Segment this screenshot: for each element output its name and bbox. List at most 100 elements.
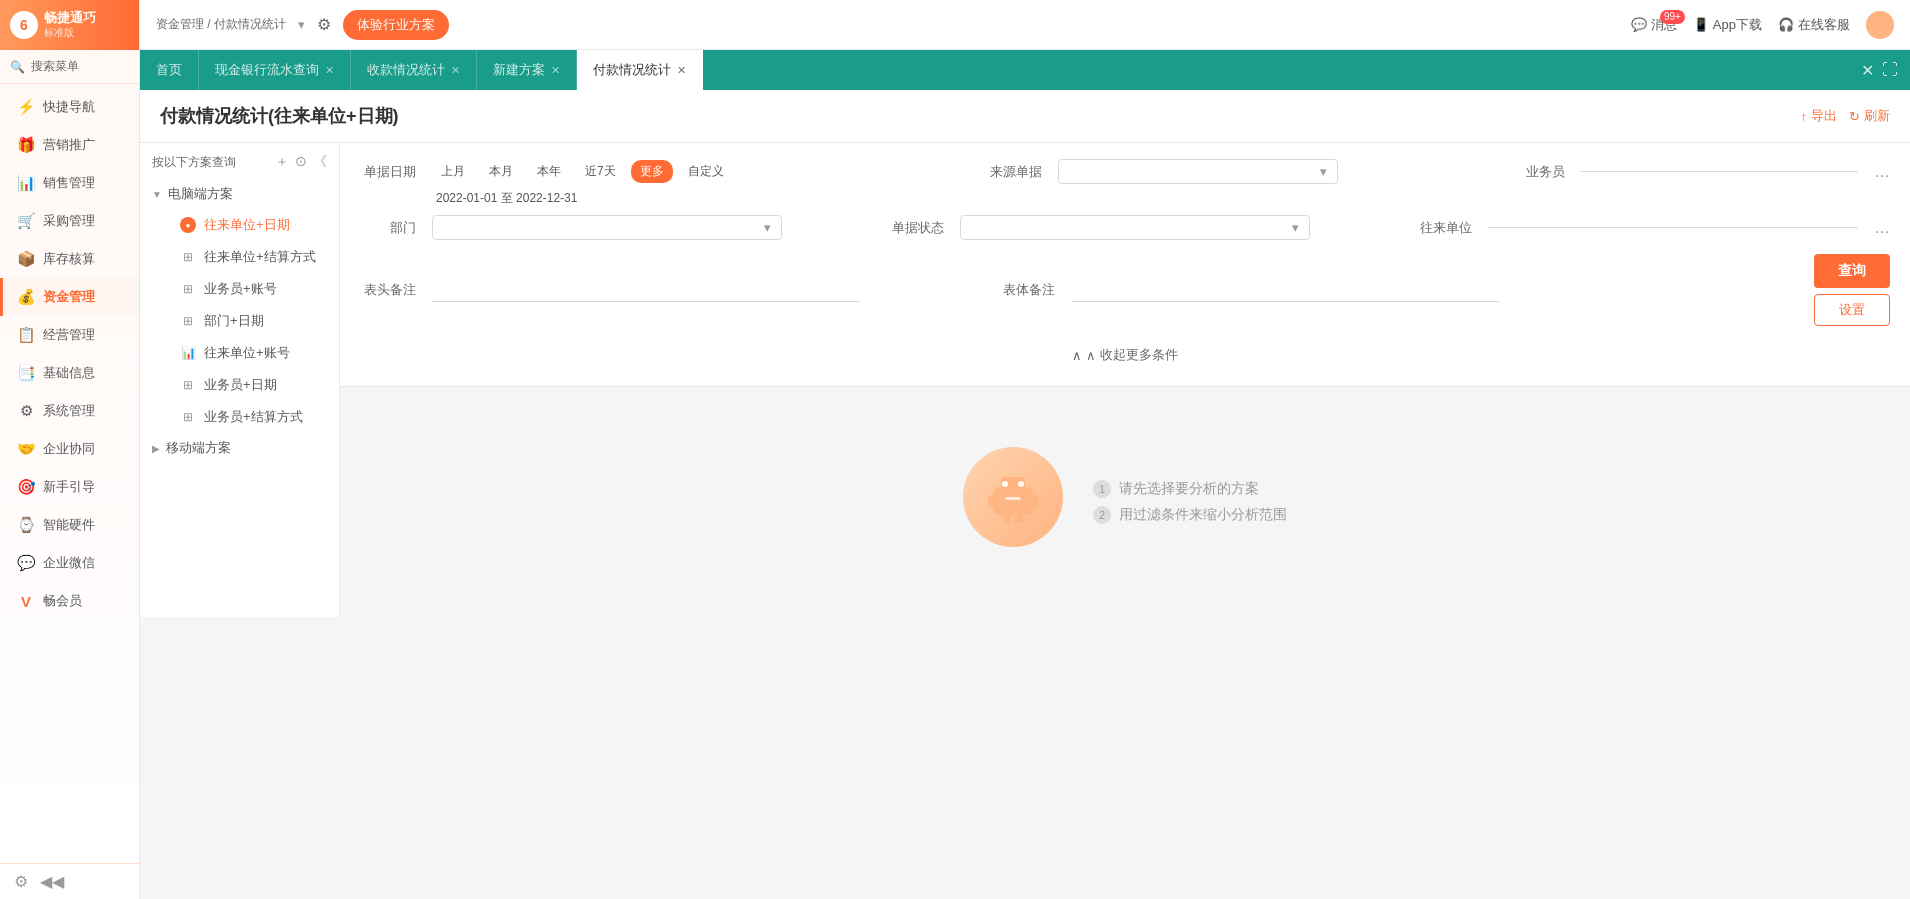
desktop-schemes: ● 往来单位+日期 ⊞ 往来单位+结算方式 ⊞ 业务员+账号 ⊞ 部门+日期: [140, 209, 339, 433]
sidebar-item-label: 系统管理: [43, 402, 95, 420]
sidebar-item-wechat[interactable]: 💬 企业微信: [0, 544, 139, 582]
sidebar-item-marketing[interactable]: 🎁 营销推广: [0, 126, 139, 164]
trial-btn[interactable]: 体验行业方案: [343, 10, 449, 40]
svg-rect-6: [1032, 495, 1038, 507]
date-btn-last-month[interactable]: 上月: [432, 159, 474, 184]
scheme-item-unit-account[interactable]: 📊 往来单位+账号: [152, 337, 339, 369]
footer-settings-icon[interactable]: ⚙: [14, 872, 28, 891]
table-body-note-input[interactable]: [1071, 278, 1499, 302]
tab-expand-icon[interactable]: ⛶: [1882, 61, 1898, 79]
scheme-settings-icon[interactable]: ⊙: [295, 153, 307, 171]
footer-collapse-icon[interactable]: ◀◀: [40, 872, 64, 891]
refresh-btn[interactable]: ↻ 刷新: [1849, 107, 1890, 125]
scheme-item-staff-settle[interactable]: ⊞ 业务员+结算方式: [152, 401, 339, 433]
scheme-item-label: 往来单位+账号: [204, 344, 290, 362]
sidebar-item-guide[interactable]: 🎯 新手引导: [0, 468, 139, 506]
page-title: 付款情况统计(往来单位+日期): [160, 104, 399, 128]
sidebar-item-hardware[interactable]: ⌚ 智能硬件: [0, 506, 139, 544]
sidebar-footer: ⚙ ◀◀: [0, 863, 139, 899]
svg-rect-8: [1015, 515, 1023, 523]
topbar: 资金管理 / 付款情况统计 ▾ ⚙ 体验行业方案 💬 消息 99+ 📱 App下…: [140, 0, 1910, 50]
sidebar-item-sales[interactable]: 📊 销售管理: [0, 164, 139, 202]
breadcrumb-chevron[interactable]: ▾: [298, 17, 305, 32]
date-btn-last-7days[interactable]: 近7天: [576, 159, 625, 184]
tab-payment-stat[interactable]: 付款情况统计 ✕: [577, 50, 703, 90]
sidebar-item-inventory[interactable]: 📦 库存核算: [0, 240, 139, 278]
sidebar-item-corp[interactable]: 🤝 企业协同: [0, 430, 139, 468]
topbar-gear-icon[interactable]: ⚙: [317, 15, 331, 34]
sidebar-item-member[interactable]: V 畅会员: [0, 582, 139, 620]
app-download-label: App下载: [1713, 16, 1762, 34]
sidebar-item-operations[interactable]: 📋 经营管理: [0, 316, 139, 354]
scheme-item-label: 业务员+账号: [204, 280, 277, 298]
tab-new-scheme-label: 新建方案: [493, 61, 545, 79]
tab-receivable[interactable]: 收款情况统计 ✕: [351, 50, 477, 90]
dept-select[interactable]: ▾: [432, 215, 782, 240]
tip-num-1: 1: [1093, 480, 1111, 498]
tab-home[interactable]: 首页: [140, 50, 199, 90]
date-btn-custom[interactable]: 自定义: [679, 159, 733, 184]
export-btn[interactable]: ↑ 导出: [1801, 107, 1838, 125]
partner-label: 往来单位: [1416, 219, 1472, 237]
online-service-btn[interactable]: 🎧 在线客服: [1778, 16, 1850, 34]
sidebar-item-quick-nav[interactable]: ⚡ 快捷导航: [0, 88, 139, 126]
tab-new-scheme-close[interactable]: ✕: [551, 64, 560, 77]
dept-label: 部门: [360, 219, 416, 237]
partner-dots[interactable]: …: [1874, 219, 1890, 237]
svg-rect-5: [988, 495, 994, 507]
scheme-staff-account-icon: ⊞: [180, 281, 196, 297]
scheme-panel-header-left: 按以下方案查询: [152, 154, 236, 171]
tab-new-scheme[interactable]: 新建方案 ✕: [477, 50, 577, 90]
scheme-collapse-icon[interactable]: 《: [313, 153, 327, 171]
tab-cash-flow-close[interactable]: ✕: [325, 64, 334, 77]
tab-receivable-close[interactable]: ✕: [451, 64, 460, 77]
scheme-category-mobile[interactable]: ▶ 移动端方案: [140, 433, 339, 463]
filter-row-1: 单据日期 上月 本月 本年 近7天 更多 自定义 来源单据: [360, 159, 1890, 184]
source-doc-chevron: ▾: [1320, 164, 1327, 179]
sidebar-item-label: 库存核算: [43, 250, 95, 268]
content: 付款情况统计(往来单位+日期) ↑ 导出 ↻ 刷新 按以下方案查询: [140, 90, 1910, 899]
sidebar-item-purchase[interactable]: 🛒 采购管理: [0, 202, 139, 240]
export-icon: ↑: [1801, 109, 1808, 124]
sidebar-item-basic-info[interactable]: 📑 基础信息: [0, 354, 139, 392]
sidebar-search[interactable]: 🔍 搜索菜单: [0, 50, 139, 84]
sidebar-item-label: 企业协同: [43, 440, 95, 458]
scheme-unit-account-icon: 📊: [180, 345, 196, 361]
table-header-note-input[interactable]: [432, 278, 860, 302]
scheme-item-unit-settle[interactable]: ⊞ 往来单位+结算方式: [152, 241, 339, 273]
scheme-item-staff-account[interactable]: ⊞ 业务员+账号: [152, 273, 339, 305]
scheme-category-desktop[interactable]: ▼ 电脑端方案: [140, 179, 339, 209]
operations-icon: 📋: [17, 326, 35, 344]
doc-status-select[interactable]: ▾: [960, 215, 1310, 240]
scheme-item-unit-date[interactable]: ● 往来单位+日期: [152, 209, 339, 241]
date-btn-more[interactable]: 更多: [631, 160, 673, 183]
refresh-icon: ↻: [1849, 109, 1860, 124]
scheme-add-icon[interactable]: ＋: [275, 153, 289, 171]
user-avatar[interactable]: [1866, 11, 1894, 39]
scheme-item-staff-date[interactable]: ⊞ 业务员+日期: [152, 369, 339, 401]
message-btn[interactable]: 💬 消息 99+: [1631, 16, 1677, 34]
date-btn-this-year[interactable]: 本年: [528, 159, 570, 184]
source-doc-select[interactable]: ▾: [1058, 159, 1338, 184]
sidebar-item-label: 经营管理: [43, 326, 95, 344]
collapse-conditions-btn[interactable]: ∧ ∧ 收起更多条件: [1056, 340, 1194, 370]
tip-num-2: 2: [1093, 506, 1111, 524]
guide-icon: 🎯: [17, 478, 35, 496]
query-btn[interactable]: 查询: [1814, 254, 1890, 288]
tab-close-all-icon[interactable]: ✕: [1861, 61, 1874, 80]
app-download-btn[interactable]: 📱 App下载: [1693, 16, 1762, 34]
settings-btn[interactable]: 设置: [1814, 294, 1890, 326]
sidebar-item-system[interactable]: ⚙ 系统管理: [0, 392, 139, 430]
system-icon: ⚙: [17, 402, 35, 420]
table-header-note-label: 表头备注: [360, 281, 416, 299]
tab-payment-stat-close[interactable]: ✕: [677, 64, 686, 77]
sidebar-item-finance[interactable]: 💰 资金管理: [0, 278, 139, 316]
wechat-icon: 💬: [17, 554, 35, 572]
staff-dots[interactable]: …: [1874, 163, 1890, 181]
date-btn-this-month[interactable]: 本月: [480, 159, 522, 184]
sidebar-item-label: 快捷导航: [43, 98, 95, 116]
corp-icon: 🤝: [17, 440, 35, 458]
tab-cash-flow[interactable]: 现金银行流水查询 ✕: [199, 50, 351, 90]
scheme-item-dept-date[interactable]: ⊞ 部门+日期: [152, 305, 339, 337]
svg-rect-4: [1005, 497, 1021, 500]
